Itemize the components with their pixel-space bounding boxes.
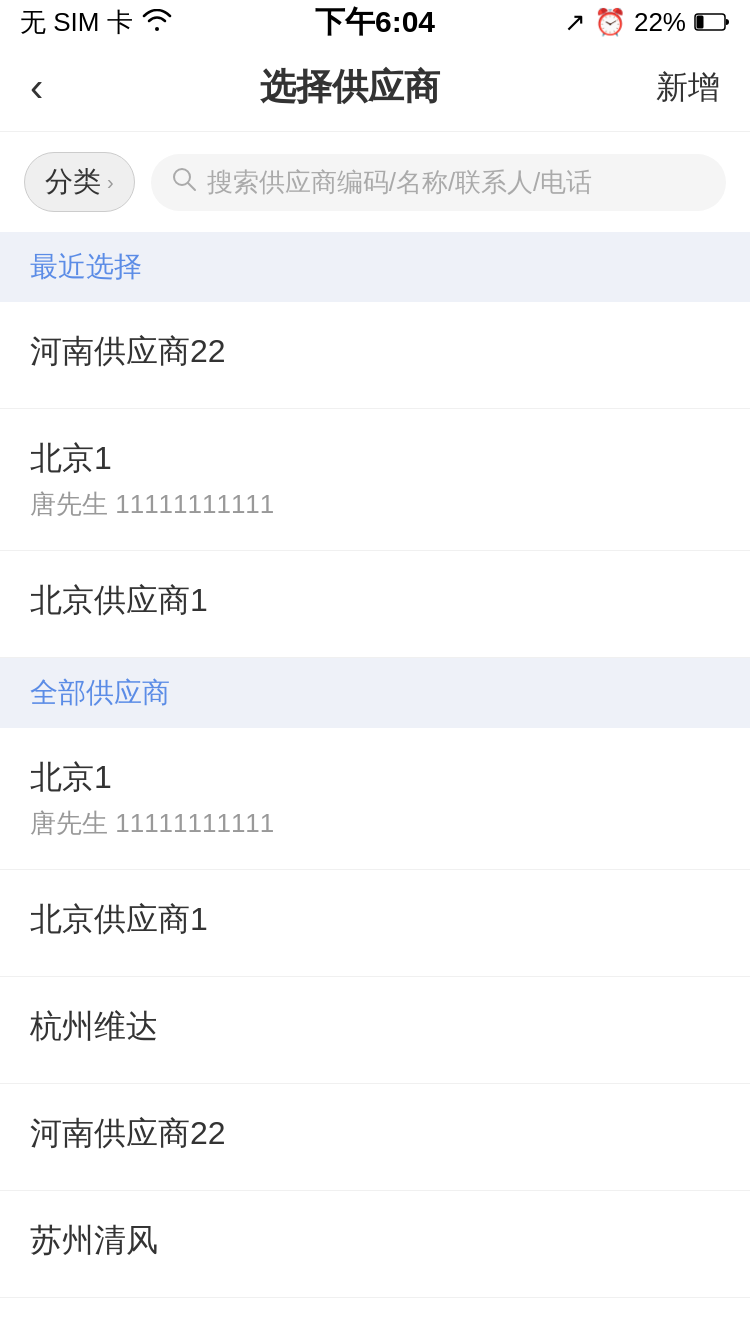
svg-rect-1 bbox=[697, 15, 704, 28]
supplier-list: 最近选择河南供应商22 北京1 唐先生 11111111111 北京供应商1 全部供应商… bbox=[0, 232, 750, 1298]
chevron-right-icon: › bbox=[107, 171, 114, 194]
status-left: 无 SIM 卡 bbox=[20, 5, 173, 40]
list-item[interactable]: 河南供应商22 bbox=[0, 302, 750, 409]
search-icon bbox=[171, 166, 197, 199]
category-label: 分类 bbox=[45, 163, 101, 201]
section-header-all: 全部供应商 bbox=[0, 658, 750, 728]
status-bar: 无 SIM 卡 下午6:04 ↗ ⏰ 22% bbox=[0, 0, 750, 44]
supplier-sub: 唐先生 11111111111 bbox=[30, 806, 720, 841]
add-button[interactable]: 新增 bbox=[656, 66, 720, 110]
sim-status: 无 SIM 卡 bbox=[20, 5, 133, 40]
supplier-name: 河南供应商22 bbox=[30, 1112, 720, 1156]
list-item[interactable]: 北京供应商1 bbox=[0, 870, 750, 977]
supplier-name: 苏州清风 bbox=[30, 1219, 720, 1263]
wifi-icon bbox=[141, 6, 173, 38]
supplier-name: 北京供应商1 bbox=[30, 579, 720, 623]
battery-icon bbox=[694, 7, 730, 38]
section-header-label-all: 全部供应商 bbox=[30, 677, 170, 708]
nav-bar: ‹ 选择供应商 新增 bbox=[0, 44, 750, 132]
battery-percent: 22% bbox=[634, 7, 686, 38]
list-item[interactable]: 北京1 唐先生 11111111111 bbox=[0, 728, 750, 870]
supplier-name: 北京1 bbox=[30, 756, 720, 800]
section-header-recent: 最近选择 bbox=[0, 232, 750, 302]
supplier-name: 北京1 bbox=[30, 437, 720, 481]
category-button[interactable]: 分类 › bbox=[24, 152, 135, 212]
status-right: ↗ ⏰ 22% bbox=[564, 7, 730, 38]
supplier-name: 河南供应商22 bbox=[30, 330, 720, 374]
supplier-name: 杭州维达 bbox=[30, 1005, 720, 1049]
search-wrapper bbox=[151, 154, 726, 211]
location-icon: ↗ bbox=[564, 7, 586, 38]
section-header-label-recent: 最近选择 bbox=[30, 251, 142, 282]
search-input[interactable] bbox=[207, 167, 706, 198]
back-button[interactable]: ‹ bbox=[30, 65, 43, 110]
list-item[interactable]: 河南供应商22 bbox=[0, 1084, 750, 1191]
list-item[interactable]: 北京供应商1 bbox=[0, 551, 750, 658]
page-title: 选择供应商 bbox=[260, 63, 440, 112]
alarm-icon: ⏰ bbox=[594, 7, 626, 38]
supplier-sub: 唐先生 11111111111 bbox=[30, 487, 720, 522]
time-display: 下午6:04 bbox=[315, 2, 435, 43]
list-item[interactable]: 杭州维达 bbox=[0, 977, 750, 1084]
list-item[interactable]: 苏州清风 bbox=[0, 1191, 750, 1298]
supplier-name: 北京供应商1 bbox=[30, 898, 720, 942]
list-item[interactable]: 北京1 唐先生 11111111111 bbox=[0, 409, 750, 551]
svg-line-3 bbox=[188, 183, 195, 190]
search-bar: 分类 › bbox=[0, 132, 750, 232]
